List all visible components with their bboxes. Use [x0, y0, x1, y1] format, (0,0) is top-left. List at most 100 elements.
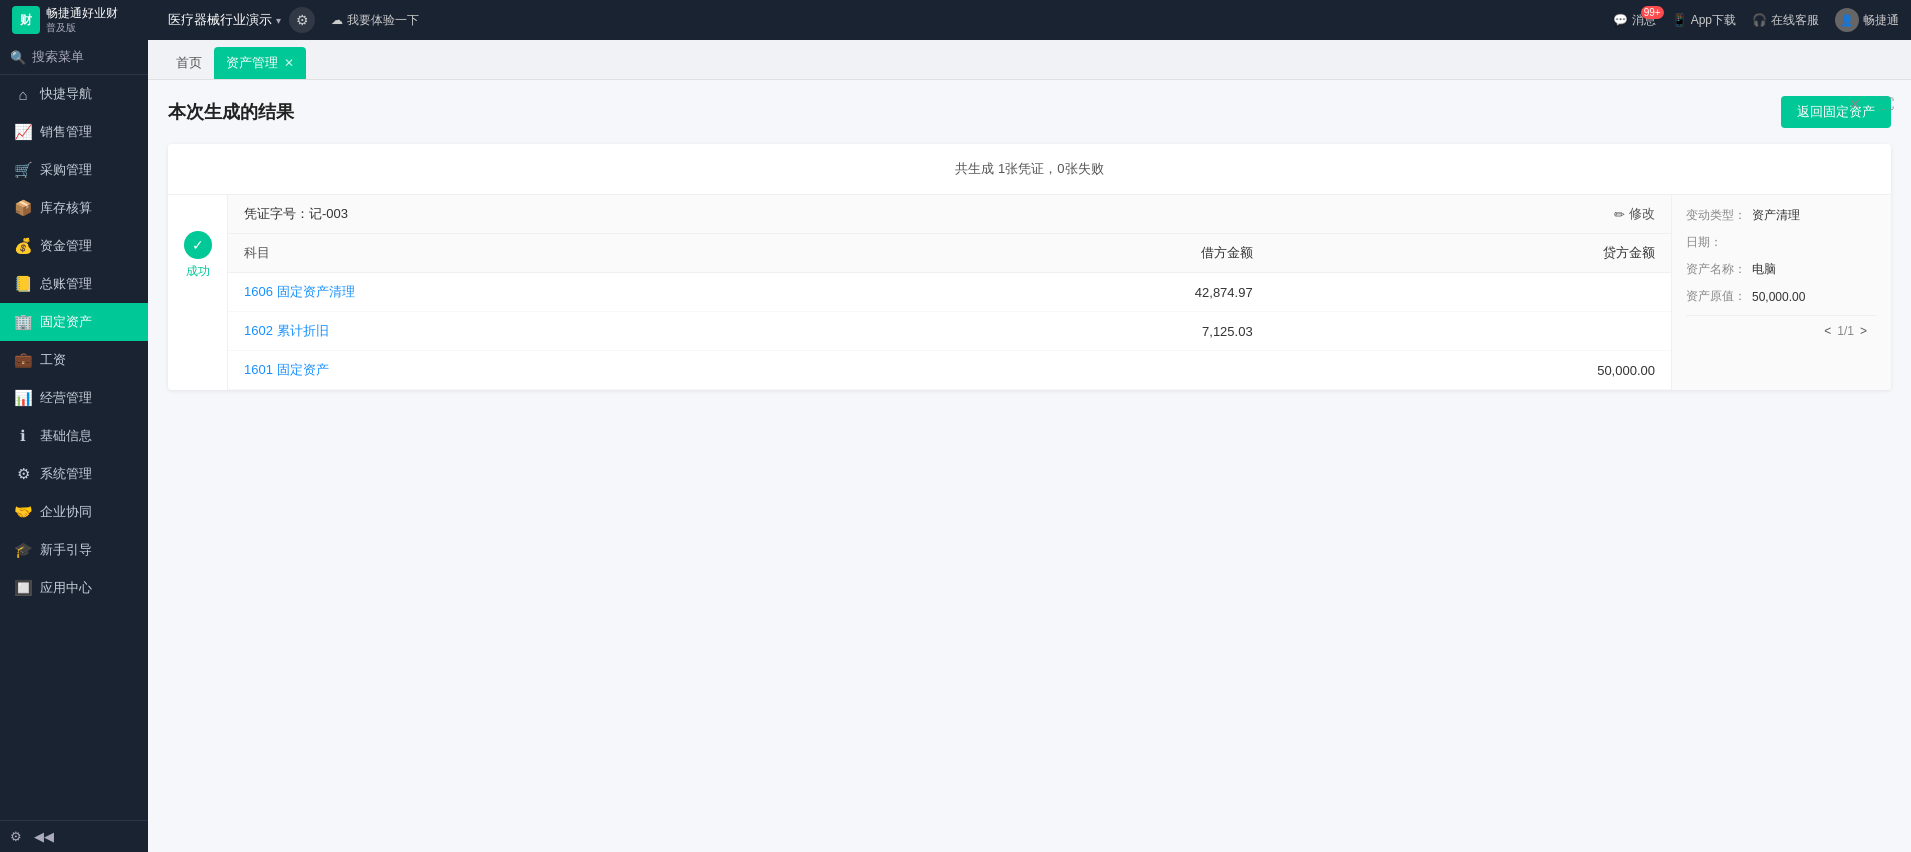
table-row: 1602 累计折旧 7,125.03	[228, 312, 1671, 351]
voucher-number: 凭证字号：记-003	[244, 205, 348, 223]
subject-link-3[interactable]: 1601 固定资产	[244, 362, 329, 377]
sidebar: 🔍 搜索菜单 ⌂ 快捷导航 📈 销售管理 🛒 采购管理 📦 库存核算 💰 资金管…	[0, 40, 148, 852]
col-header-subject: 科目	[228, 234, 866, 273]
asset-name-value: 电脑	[1752, 261, 1776, 278]
main-layout: 🔍 搜索菜单 ⌂ 快捷导航 📈 销售管理 🛒 采购管理 📦 库存核算 💰 资金管…	[0, 40, 1911, 852]
sidebar-item-fixed-assets[interactable]: 🏢 固定资产	[0, 303, 148, 341]
sidebar-settings-button[interactable]: ⚙	[10, 829, 22, 844]
sidebar-bottom: ⚙ ◀◀	[0, 820, 148, 852]
debit-3	[866, 351, 1268, 390]
search-icon: 🔍	[10, 50, 26, 65]
sidebar-item-ledger[interactable]: 📒 总账管理	[0, 265, 148, 303]
app-download-button[interactable]: 📱 App下载	[1672, 12, 1736, 29]
company-selector[interactable]: 医疗器械行业演示 ▾	[168, 11, 281, 29]
next-page-button[interactable]: >	[1860, 324, 1867, 338]
table-row: 1606 固定资产清理 42,874.97	[228, 273, 1671, 312]
pagination: < 1/1 >	[1686, 315, 1877, 346]
user-menu[interactable]: 👤 畅捷通	[1835, 8, 1899, 32]
sidebar-item-business[interactable]: 📊 经营管理	[0, 379, 148, 417]
prev-page-button[interactable]: <	[1824, 324, 1831, 338]
headset-icon: 🎧	[1752, 13, 1767, 27]
success-circle-icon: ✓	[184, 231, 212, 259]
expand-panel-button[interactable]: ⛶	[1875, 92, 1899, 116]
page-content: 本次生成的结果 返回固定资产 共生成 1张凭证，0张失败 ✓ 成功 凭证字号：记…	[148, 80, 1911, 852]
sidebar-collapse-button[interactable]: ◀◀	[34, 829, 54, 844]
tab-bar: 首页 资产管理 ✕	[148, 40, 1911, 80]
message-icon: 💬	[1613, 13, 1628, 27]
voucher-main: 凭证字号：记-003 ✏ 修改 科目 借方金额 贷	[228, 195, 1671, 390]
result-panel: 共生成 1张凭证，0张失败 ✓ 成功 凭证字号：记-003 ✏ 修改	[168, 144, 1891, 390]
credit-3: 50,000.00	[1269, 351, 1671, 390]
payroll-icon: 💼	[14, 351, 32, 369]
credit-2	[1269, 312, 1671, 351]
info-asset-value: 资产原值： 50,000.00	[1686, 288, 1877, 305]
edit-button[interactable]: ✏ 修改	[1614, 205, 1655, 223]
voucher-header: 凭证字号：记-003 ✏ 修改	[228, 195, 1671, 234]
sidebar-item-system[interactable]: ⚙ 系统管理	[0, 455, 148, 493]
info-icon: ℹ	[14, 427, 32, 445]
close-panel-button[interactable]: ✕	[1843, 92, 1867, 116]
sidebar-item-cooperation[interactable]: 🤝 企业协同	[0, 493, 148, 531]
sidebar-item-sales[interactable]: 📈 销售管理	[0, 113, 148, 151]
message-button[interactable]: 💬 消息 99+	[1613, 12, 1656, 29]
tab-home[interactable]: 首页	[164, 47, 214, 79]
logo-icon: 财	[12, 6, 40, 34]
date-label: 日期：	[1686, 234, 1742, 251]
purchase-icon: 🛒	[14, 161, 32, 179]
cooperation-icon: 🤝	[14, 503, 32, 521]
success-label: 成功	[186, 263, 210, 280]
inventory-icon: 📦	[14, 199, 32, 217]
asset-value-label: 资产原值：	[1686, 288, 1746, 305]
credit-1	[1269, 273, 1671, 312]
search-menu[interactable]: 🔍 搜索菜单	[0, 40, 148, 75]
debit-2: 7,125.03	[866, 312, 1268, 351]
cloud-icon: ☁	[331, 13, 343, 27]
asset-name-label: 资产名称：	[1686, 261, 1746, 278]
col-header-debit: 借方金额	[866, 234, 1268, 273]
sidebar-item-app-center[interactable]: 🔲 应用中心	[0, 569, 148, 607]
business-icon: 📊	[14, 389, 32, 407]
finance-icon: 💰	[14, 237, 32, 255]
logo-text: 畅捷通好业财 普及版	[46, 6, 118, 35]
ledger-icon: 📒	[14, 275, 32, 293]
sidebar-item-finance[interactable]: 💰 资金管理	[0, 227, 148, 265]
subject-link-1[interactable]: 1606 固定资产清理	[244, 284, 355, 299]
page-title-row: 本次生成的结果 返回固定资产	[168, 96, 1891, 128]
sidebar-item-purchase[interactable]: 🛒 采购管理	[0, 151, 148, 189]
sidebar-item-quick-nav[interactable]: ⌂ 快捷导航	[0, 75, 148, 113]
asset-value-value: 50,000.00	[1752, 290, 1805, 304]
sidebar-item-basic-info[interactable]: ℹ 基础信息	[0, 417, 148, 455]
chevron-down-icon: ▾	[276, 15, 281, 26]
subject-link-2[interactable]: 1602 累计折旧	[244, 323, 329, 338]
panel-controls: ✕ ⛶	[1843, 92, 1899, 116]
header-middle: 医疗器械行业演示 ▾ ⚙ ☁ 我要体验一下	[160, 7, 1613, 33]
content-area: 首页 资产管理 ✕ 本次生成的结果 返回固定资产 共生成 1张凭证，0张失败 ✓	[148, 40, 1911, 852]
voucher-table: 科目 借方金额 贷方金额 1606 固定资产清理 42,874.97	[228, 234, 1671, 390]
settings-bottom-icon: ⚙	[10, 829, 22, 844]
debit-1: 42,874.97	[866, 273, 1268, 312]
top-header: 财 畅捷通好业财 普及版 医疗器械行业演示 ▾ ⚙ ☁ 我要体验一下 💬 消息 …	[0, 0, 1911, 40]
info-change-type: 变动类型： 资产清理	[1686, 207, 1877, 224]
online-service-button[interactable]: 🎧 在线客服	[1752, 12, 1819, 29]
tab-asset-management[interactable]: 资产管理 ✕	[214, 47, 306, 79]
header-right: 💬 消息 99+ 📱 App下载 🎧 在线客服 👤 畅捷通	[1613, 8, 1899, 32]
table-row: 1601 固定资产 50,000.00	[228, 351, 1671, 390]
sidebar-item-inventory[interactable]: 📦 库存核算	[0, 189, 148, 227]
tab-close-icon[interactable]: ✕	[284, 57, 294, 69]
result-summary: 共生成 1张凭证，0张失败	[168, 144, 1891, 195]
settings-icon[interactable]: ⚙	[289, 7, 315, 33]
col-header-credit: 贷方金额	[1269, 234, 1671, 273]
voucher-section: ✓ 成功 凭证字号：记-003 ✏ 修改	[168, 195, 1891, 390]
sidebar-item-payroll[interactable]: 💼 工资	[0, 341, 148, 379]
sales-icon: 📈	[14, 123, 32, 141]
collapse-icon: ◀◀	[34, 829, 54, 844]
sidebar-item-guide[interactable]: 🎓 新手引导	[0, 531, 148, 569]
system-icon: ⚙	[14, 465, 32, 483]
avatar: 👤	[1835, 8, 1859, 32]
info-date: 日期：	[1686, 234, 1877, 251]
company-name: 医疗器械行业演示	[168, 11, 272, 29]
fixed-assets-icon: 🏢	[14, 313, 32, 331]
change-type-value: 资产清理	[1752, 207, 1800, 224]
logo-area: 财 畅捷通好业财 普及版	[12, 6, 160, 35]
experience-button[interactable]: ☁ 我要体验一下	[331, 12, 419, 29]
